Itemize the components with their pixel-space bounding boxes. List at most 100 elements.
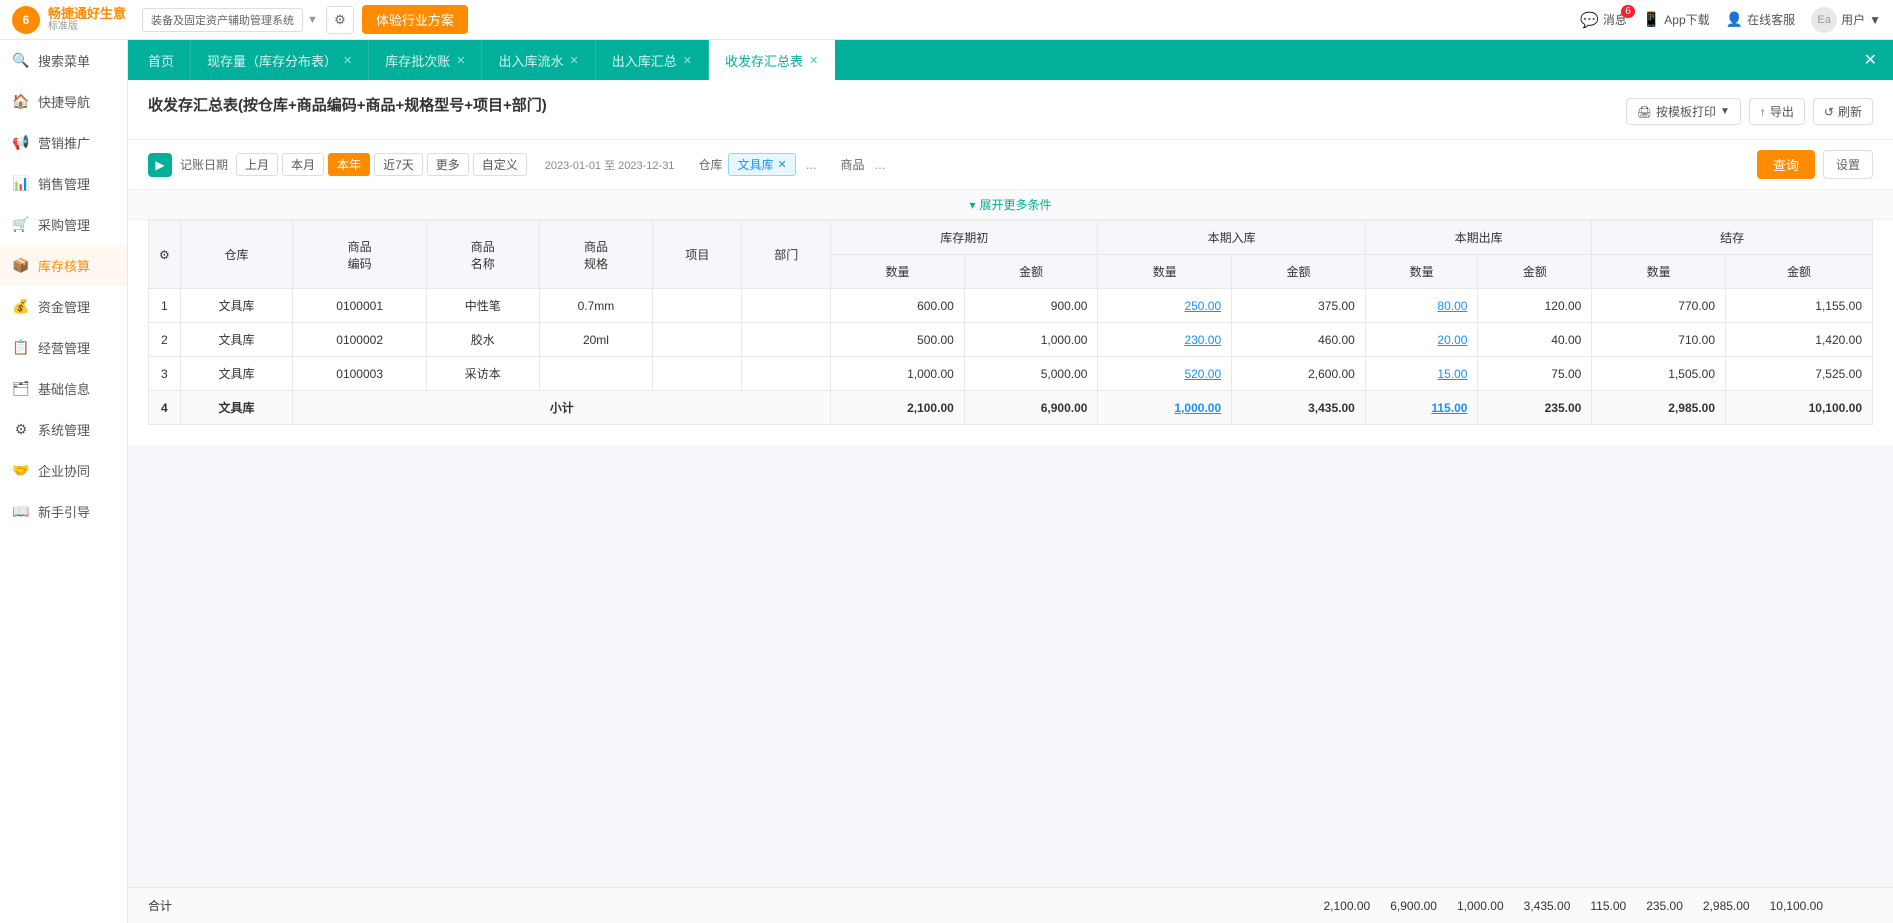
sidebar-label-cooperation: 企业协同	[38, 461, 90, 480]
sidebar-item-operations[interactable]: 📋 经营管理	[0, 327, 127, 368]
cell-out-amt: 120.00	[1478, 289, 1592, 323]
total-in-qty: 1,000.00	[1447, 899, 1514, 913]
th-in-qty: 数量	[1098, 255, 1232, 289]
sidebar-item-search[interactable]: 🔍 搜索菜单	[0, 40, 127, 81]
sidebar-item-basic[interactable]: 🗂 基础信息	[0, 368, 127, 409]
tab-stock-dist[interactable]: 现存量（库存分布表）✕	[191, 40, 369, 80]
sidebar-label-sales: 销售管理	[38, 174, 90, 193]
sidebar-item-marketing[interactable]: 📢 营销推广	[0, 122, 127, 163]
close-all-tabs-button[interactable]: ✕	[1864, 50, 1877, 70]
date-btn-last-month[interactable]: 上月	[236, 153, 278, 176]
print-button[interactable]: 🖨 按模板打印 ▼	[1626, 98, 1741, 125]
tab-close-summary[interactable]: ✕	[683, 54, 692, 67]
cell-opening-amt: 900.00	[964, 289, 1098, 323]
cell-opening-qty: 500.00	[831, 323, 965, 357]
message-button[interactable]: 💬 消息 6	[1580, 11, 1627, 29]
tab-receive-summary[interactable]: 收发存汇总表 ✕	[709, 40, 835, 80]
sidebar-icon-system: ⚙	[12, 421, 30, 439]
date-btn-this-month[interactable]: 本月	[282, 153, 324, 176]
th-out-group: 本期出库	[1365, 221, 1592, 255]
settings-button[interactable]: ⚙	[326, 6, 354, 34]
sidebar-item-guide[interactable]: 📖 新手引导	[0, 491, 127, 532]
refresh-button[interactable]: ↺ 刷新	[1813, 98, 1873, 125]
cell-project	[653, 289, 742, 323]
date-btn-more[interactable]: 更多	[427, 153, 469, 176]
tab-close-receive-summary[interactable]: ✕	[809, 54, 818, 67]
subtotal-out-amt: 235.00	[1478, 391, 1592, 425]
sidebar-item-finance[interactable]: 💰 资金管理	[0, 286, 127, 327]
brand-sub: 标准版	[48, 21, 126, 33]
cell-code: 0100002	[293, 323, 427, 357]
tab-label-receive-summary: 收发存汇总表	[725, 51, 803, 70]
cell-in-qty[interactable]: 230.00	[1098, 323, 1232, 357]
cell-warehouse: 文具库	[180, 323, 293, 357]
tab-close-batch[interactable]: ✕	[456, 54, 465, 67]
cell-closing-qty: 710.00	[1592, 323, 1726, 357]
th-closing-amt: 金额	[1726, 255, 1873, 289]
warehouse-tag-close[interactable]: ✕	[777, 158, 786, 171]
sidebar-icon-guide: 📖	[12, 503, 30, 521]
user-dropdown-icon: ▼	[1869, 13, 1881, 27]
subtotal-in-qty[interactable]: 1,000.00	[1098, 391, 1232, 425]
subtotal-closing-amt: 10,100.00	[1726, 391, 1873, 425]
tab-flow[interactable]: 出入库流水✕	[482, 40, 595, 80]
app-logo: 6	[12, 6, 40, 34]
online-service-button[interactable]: 👤 在线客服	[1726, 11, 1795, 28]
tab-batch[interactable]: 库存批次账✕	[369, 40, 482, 80]
col-settings[interactable]: ⚙	[149, 221, 181, 289]
sidebar-label-search: 搜索菜单	[38, 51, 90, 70]
warehouse-more[interactable]: ...	[806, 157, 817, 172]
subtotal-in-amt: 3,435.00	[1232, 391, 1366, 425]
total-closing-amt: 10,100.00	[1760, 899, 1833, 913]
expand-icon: ▾	[969, 198, 975, 212]
warehouse-tag[interactable]: 文具库 ✕	[728, 153, 795, 176]
total-closing-qty: 2,985.00	[1693, 899, 1760, 913]
cell-out-qty[interactable]: 15.00	[1365, 357, 1478, 391]
sidebar-icon-inventory: 📦	[12, 257, 30, 275]
system-dropdown-icon[interactable]: ▼	[307, 14, 318, 26]
sidebar-item-purchase[interactable]: 🛒 采购管理	[0, 204, 127, 245]
warehouse-label: 仓库	[698, 156, 722, 173]
sidebar-icon-quick-nav: 🏠	[12, 93, 30, 111]
cell-in-amt: 375.00	[1232, 289, 1366, 323]
cell-closing-amt: 7,525.00	[1726, 357, 1873, 391]
sidebar-item-sales[interactable]: 📊 销售管理	[0, 163, 127, 204]
date-btn-custom[interactable]: 自定义	[473, 153, 527, 176]
subtotal-warehouse: 文具库	[180, 391, 293, 425]
tab-close-stock-dist[interactable]: ✕	[343, 54, 352, 67]
sidebar-label-operations: 经营管理	[38, 338, 90, 357]
total-label: 合计	[148, 897, 348, 914]
subtotal-out-qty[interactable]: 115.00	[1365, 391, 1478, 425]
goods-more[interactable]: ...	[875, 157, 886, 172]
cell-out-qty[interactable]: 80.00	[1365, 289, 1478, 323]
sidebar-item-cooperation[interactable]: 🤝 企业协同	[0, 450, 127, 491]
user-avatar: Ea	[1811, 7, 1837, 33]
user-menu[interactable]: Ea 用户 ▼	[1811, 7, 1881, 33]
tab-close-flow[interactable]: ✕	[570, 54, 579, 67]
th-code: 商品编码	[293, 221, 427, 289]
query-button[interactable]: 查询	[1757, 150, 1815, 179]
cell-in-qty[interactable]: 520.00	[1098, 357, 1232, 391]
trial-button[interactable]: 体验行业方案	[362, 5, 468, 34]
subtotal-closing-qty: 2,985.00	[1592, 391, 1726, 425]
th-closing-group: 结存	[1592, 221, 1873, 255]
date-btn-7days[interactable]: 近7天	[374, 153, 423, 176]
cell-spec: 20ml	[539, 323, 653, 357]
tab-summary[interactable]: 出入库汇总✕	[596, 40, 709, 80]
sidebar-item-system[interactable]: ⚙ 系统管理	[0, 409, 127, 450]
expand-conditions-button[interactable]: ▾ 展开更多条件	[969, 196, 1051, 213]
cell-project	[653, 357, 742, 391]
tab-home[interactable]: 首页	[128, 40, 191, 80]
app-download-button[interactable]: 📱 App下载	[1643, 11, 1710, 28]
filter-settings-button[interactable]: 设置	[1823, 150, 1873, 179]
subtotal-label: 小计	[293, 391, 831, 425]
sidebar-item-quick-nav[interactable]: 🏠 快捷导航	[0, 81, 127, 122]
cell-out-qty[interactable]: 20.00	[1365, 323, 1478, 357]
sidebar-item-inventory[interactable]: 📦 库存核算	[0, 245, 127, 286]
filter-toggle-button[interactable]: ▶	[148, 153, 172, 177]
export-icon: ↑	[1760, 105, 1766, 119]
tab-label-home: 首页	[148, 51, 174, 70]
cell-in-qty[interactable]: 250.00	[1098, 289, 1232, 323]
date-btn-this-year[interactable]: 本年	[328, 153, 370, 176]
export-button[interactable]: ↑ 导出	[1749, 98, 1805, 125]
